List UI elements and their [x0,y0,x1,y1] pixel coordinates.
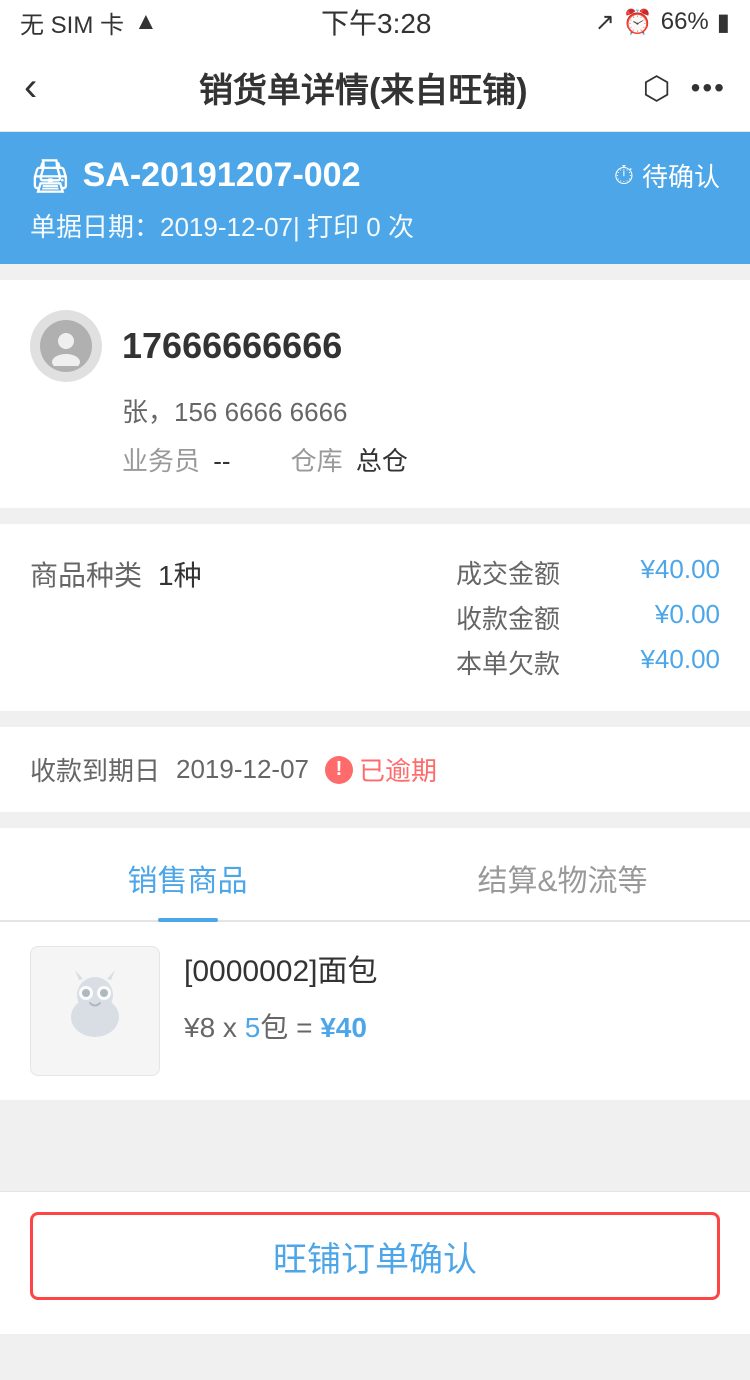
unit-text: 包 [260,1012,288,1043]
received-value: ¥0.00 [600,599,720,636]
product-owl-icon [55,965,135,1057]
wifi-icon: ▲ [134,8,158,36]
warehouse-value: 总仓 [356,446,408,476]
financial-info: 成交金额 ¥40.00 收款金额 ¥0.00 本单欠款 ¥40.00 [456,554,720,681]
due-date-section: 收款到期日 2019-12-07 ! 已逾期 [0,727,750,812]
total-price: ¥40 [320,1012,367,1043]
amount-label: 成交金额 [456,554,560,591]
bottom-bar: 旺铺订单确认 [0,1191,750,1334]
debt-row: 本单欠款 ¥40.00 [456,644,720,681]
more-button[interactable]: ••• [691,72,726,104]
customer-name-row: 17666666666 [30,310,720,382]
status-bar: 无 SIM 卡 ▲ 下午3:28 ↗ ⏰ 66% ▮ [0,0,750,44]
due-date-label: 收款到期日 [30,751,160,788]
category-value: 1种 [158,554,202,594]
status-right: ↗ ⏰ 66% ▮ [595,8,730,37]
stats-section: 商品种类 1种 成交金额 ¥40.00 收款金额 ¥0.00 本单欠款 ¥40.… [0,524,750,711]
nav-bar: ‹ 销货单详情(来自旺铺) ⬡ ••• [0,44,750,132]
status-left: 无 SIM 卡 ▲ [20,5,158,40]
category-label: 商品种类 [30,554,142,594]
time-display: 下午3:28 [321,2,432,42]
order-status: ⏱ 待确认 [614,157,720,194]
order-header: 🖨 SA-20191207-002 ⏱ 待确认 单据日期：2019-12-07|… [0,132,750,264]
product-price: ¥8 x 5包 = ¥40 [184,1006,720,1046]
tab-settlement[interactable]: 结算&物流等 [375,828,750,920]
alarm-icon: ⏰ [623,8,653,37]
product-section: [0000002]面包 ¥8 x 5包 = ¥40 [0,922,750,1100]
debt-value: ¥40.00 [600,644,720,681]
sales-label: 业务员 [122,446,200,476]
avatar [30,310,102,382]
amount-row: 成交金额 ¥40.00 [456,554,720,591]
battery-icon: ▮ [717,8,730,37]
overdue-text: 已逾期 [359,751,437,788]
price-text: ¥8 x [184,1012,245,1043]
amount-value: ¥40.00 [600,554,720,591]
customer-phone: 17666666666 [122,325,342,367]
tab-section: 销售商品 结算&物流等 [0 [0,828,750,1100]
nav-right: ⬡ ••• [643,69,726,107]
overdue-badge: ! 已逾期 [325,751,437,788]
received-row: 收款金额 ¥0.00 [456,599,720,636]
warehouse-label: 仓库 [291,446,343,476]
due-date-value: 2019-12-07 [176,754,309,785]
page-title: 销货单详情(来自旺铺) [84,63,643,112]
customer-meta: 业务员 -- 仓库 总仓 [122,441,720,478]
nav-left: ‹ [24,65,84,110]
category-info: 商品种类 1种 [30,554,202,594]
customer-section: 17666666666 张，156 6666 6666 业务员 -- 仓库 总仓 [0,280,750,508]
sales-value: -- [213,446,230,476]
clock-icon: ⏱ [614,160,634,192]
warehouse-info: 仓库 总仓 [291,441,408,478]
avatar-icon [40,320,92,372]
tab-row: 销售商品 结算&物流等 [0,828,750,922]
product-thumbnail [30,946,160,1076]
equals-text: = [288,1012,320,1043]
order-id: 🖨 SA-20191207-002 [30,156,361,195]
debt-label: 本单欠款 [456,644,560,681]
received-label: 收款金额 [456,599,560,636]
product-name: [0000002]面包 [184,946,720,990]
overdue-icon: ! [325,756,353,784]
product-info: [0000002]面包 ¥8 x 5包 = ¥40 [184,946,720,1046]
quantity-value: 5 [245,1012,261,1043]
confirm-order-button[interactable]: 旺铺订单确认 [30,1212,720,1300]
order-icon: 🖨 [30,157,71,195]
tab-sales-product[interactable]: 销售商品 [0,828,375,920]
order-date: 单据日期：2019-12-07| 打印 0 次 [30,207,720,244]
location-icon: ↗ [595,8,615,37]
sales-info: 业务员 -- [122,441,231,478]
back-button[interactable]: ‹ [24,65,37,110]
battery-text: 66% [661,8,709,36]
carrier-text: 无 SIM 卡 [20,5,124,40]
share-button[interactable]: ⬡ [643,69,671,107]
customer-name: 张，156 6666 6666 [122,392,720,429]
